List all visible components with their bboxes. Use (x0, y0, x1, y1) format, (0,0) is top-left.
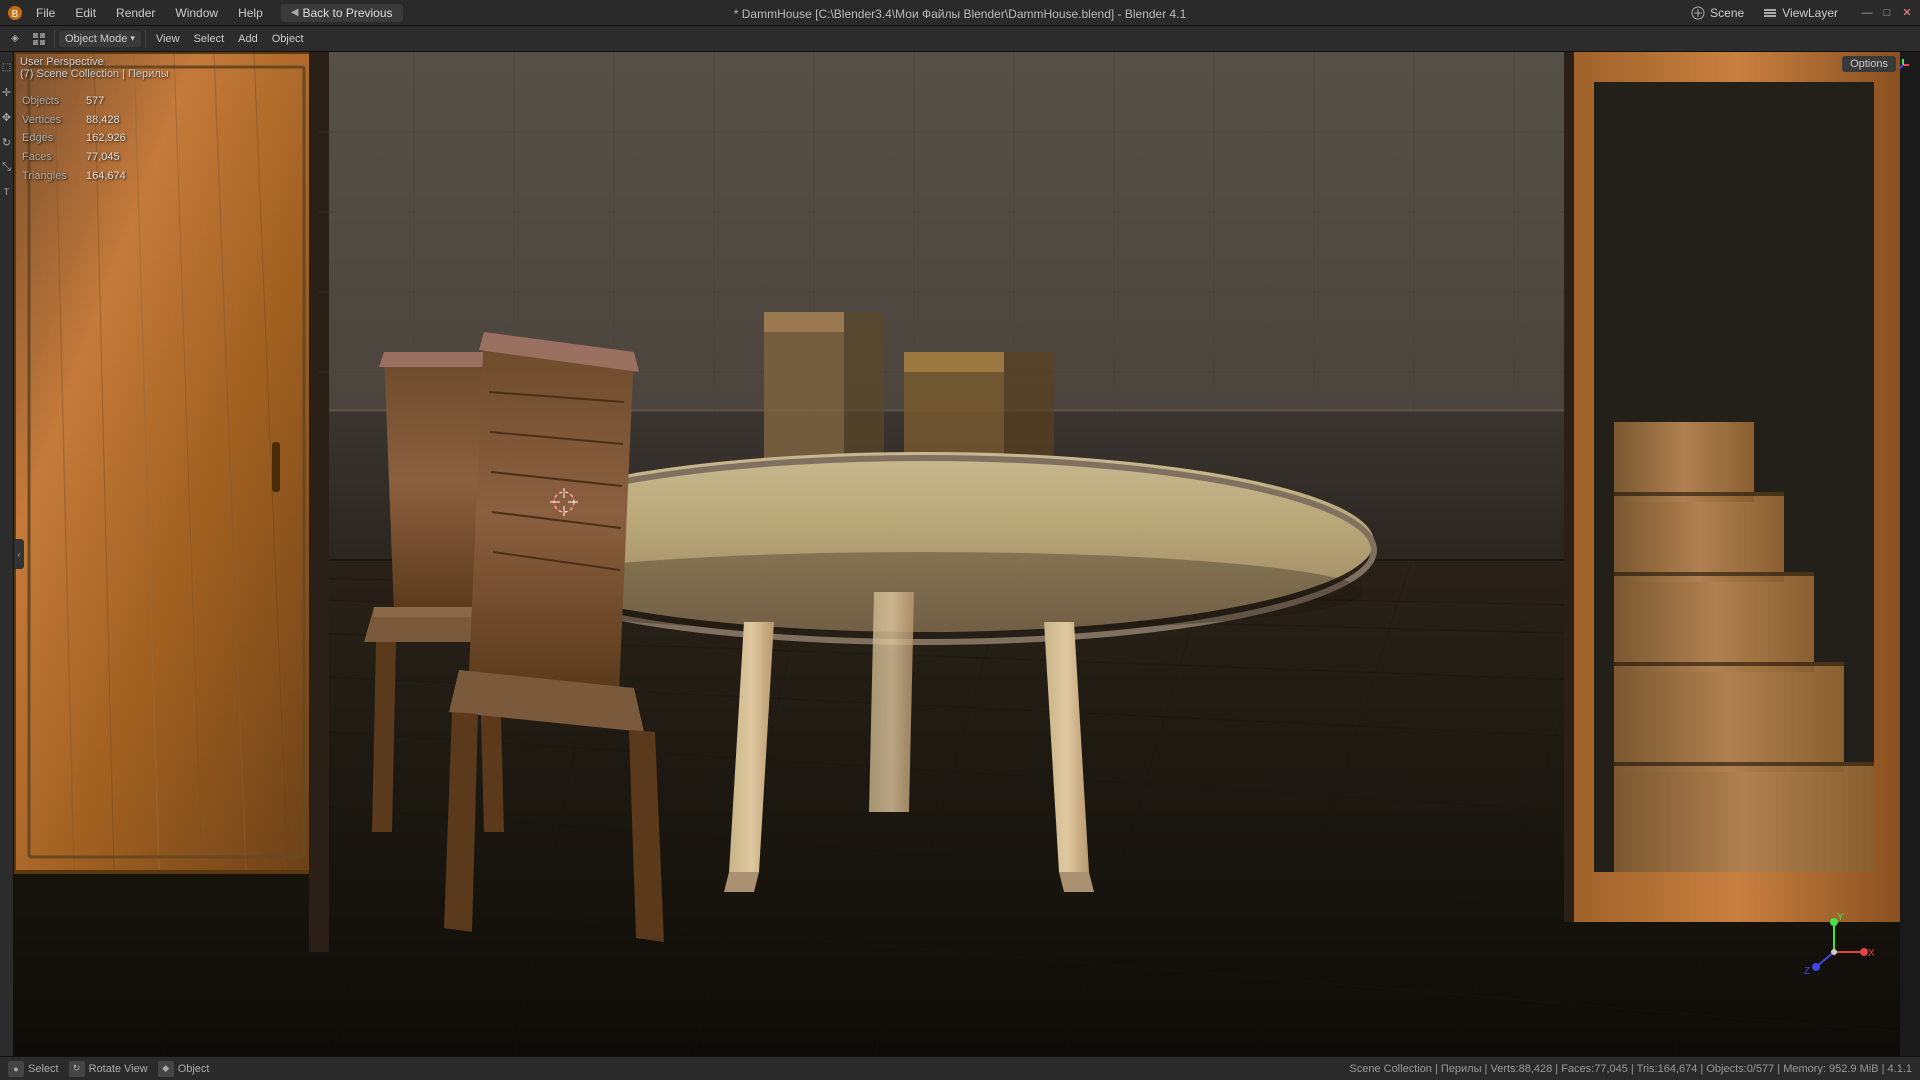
triangles-stat: Triangles 164,674 (22, 167, 126, 186)
faces-label: Faces (22, 148, 82, 167)
scene-icon (1690, 5, 1706, 21)
object-type-filter[interactable] (28, 28, 50, 50)
rotate-view-status-label: Rotate View (89, 1063, 148, 1075)
left-tool-panel: ⬚ ✛ ✥ ↻ ⤡ T (0, 52, 14, 1056)
status-bar: ● Select ↻ Rotate View ◆ Object Scene Co… (0, 1056, 1920, 1080)
file-menu[interactable]: File (28, 4, 63, 22)
stats-overlay: Objects 577 Vertices 88,428 Edges 162,92… (22, 92, 126, 185)
select-menu[interactable]: Select (188, 31, 231, 47)
select-status-item: ● Select (8, 1061, 59, 1077)
scene-label: Scene (1710, 6, 1744, 20)
svg-text:Y: Y (1837, 912, 1844, 923)
faces-stat: Faces 77,045 (22, 148, 126, 167)
perspective-label: User Perspective (20, 56, 169, 68)
objects-label: Objects (22, 92, 82, 111)
mode-selector[interactable]: Object Mode (59, 31, 141, 47)
minimize-button[interactable]: — (1860, 6, 1874, 20)
viewlayer-label: ViewLayer (1782, 6, 1838, 20)
status-bar-right-info: Scene Collection | Перилы | Verts:88,428… (1349, 1063, 1912, 1075)
window-menu[interactable]: Window (167, 4, 226, 22)
objects-value: 577 (86, 92, 104, 111)
vertices-stat: Vertices 88,428 (22, 111, 126, 130)
maximize-button[interactable]: □ (1880, 6, 1894, 20)
object-status-icon: ◆ (158, 1061, 174, 1077)
help-menu[interactable]: Help (230, 4, 271, 22)
object-status-item: ◆ Object (158, 1061, 210, 1077)
add-menu[interactable]: Add (232, 31, 264, 47)
scene-render: X Y Z (14, 52, 1900, 1056)
title-bar: B File Edit Render Window Help Back to P… (0, 0, 1920, 26)
vertices-label: Vertices (22, 111, 82, 130)
blender-logo-icon: B (6, 4, 24, 22)
select-status-label: Select (28, 1063, 59, 1075)
svg-text:Z: Z (1804, 966, 1810, 977)
window-title: * DammHouse [C:\Blender3.4\Мои Файлы Ble… (734, 7, 1187, 21)
sidebar-collapse-arrow[interactable]: ‹ (14, 539, 24, 569)
edges-value: 162,926 (86, 129, 126, 148)
triangles-label: Triangles (22, 167, 82, 186)
objects-stat: Objects 577 (22, 92, 126, 111)
window-controls: Scene ViewLayer — □ ✕ (1690, 5, 1914, 21)
back-button-label: Back to Previous (302, 6, 392, 20)
view-menu[interactable]: View (150, 31, 186, 47)
edit-menu[interactable]: Edit (67, 4, 104, 22)
render-menu[interactable]: Render (108, 4, 163, 22)
object-status-label: Object (178, 1063, 210, 1075)
svg-text:X: X (1868, 948, 1875, 959)
rotate-view-status-icon: ↻ (69, 1061, 85, 1077)
close-button[interactable]: ✕ (1900, 6, 1914, 20)
options-button[interactable]: Options (1842, 56, 1896, 72)
edges-stat: Edges 162,926 (22, 129, 126, 148)
separator-2 (145, 30, 146, 48)
object-menu[interactable]: Object (266, 31, 310, 47)
svg-text:B: B (12, 9, 19, 20)
faces-value: 77,045 (86, 148, 120, 167)
select-status-icon: ● (8, 1061, 24, 1077)
viewlayer-icon (1762, 5, 1778, 21)
collection-label: (7) Scene Collection | Перилы (20, 68, 169, 80)
3d-viewport[interactable]: X Y Z User Perspective (7) Scene Collect… (14, 52, 1900, 1056)
separator-1 (54, 30, 55, 48)
header-toolbar: ◈ Object Mode View Select Add Object Glo… (0, 26, 1920, 52)
vertices-value: 88,428 (86, 111, 120, 130)
triangles-value: 164,674 (86, 167, 126, 186)
viewport-shading-toggle[interactable]: ◈ (4, 28, 26, 50)
viewport-header: User Perspective (7) Scene Collection | … (20, 56, 169, 80)
rotate-view-status-item: ↻ Rotate View (69, 1061, 148, 1077)
back-to-previous-button[interactable]: Back to Previous (281, 4, 403, 22)
edges-label: Edges (22, 129, 82, 148)
